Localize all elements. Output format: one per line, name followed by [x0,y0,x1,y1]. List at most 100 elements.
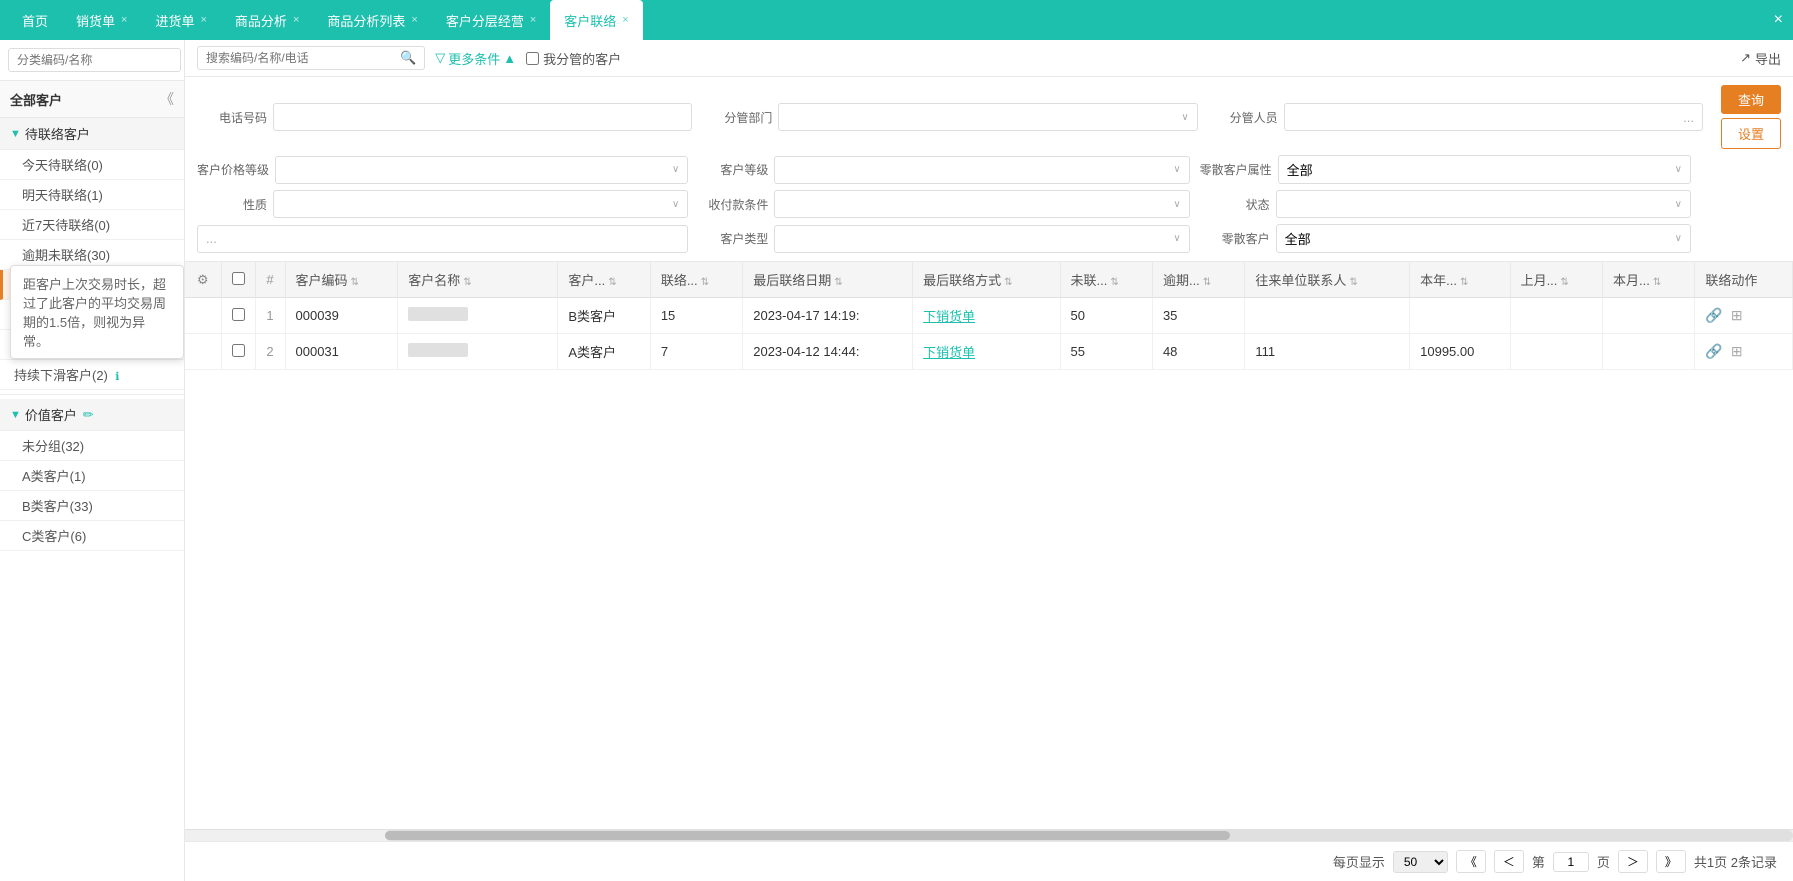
col-last-month: 上月...⇅ [1510,262,1602,298]
row1-last-month [1510,298,1602,334]
sidebar-item-tomorrow[interactable]: 明天待联络(1) [0,180,184,210]
row1-link-icon[interactable]: 🔗 [1705,307,1722,324]
filter-icon: ▽ [435,50,445,66]
row1-last-method-link[interactable]: 下销货单 [923,309,975,324]
row1-last-method[interactable]: 下销货单 [913,298,1060,334]
advanced-filter: 电话号码 分管部门 ∨ 分管人员 ... [185,77,1793,262]
nav-tab-sales[interactable]: 销货单 × [62,0,141,40]
sidebar-item-ungroup[interactable]: 未分组(32) [0,431,184,461]
customer-type-input[interactable]: ∨ [774,225,1189,253]
nav-close-all-button[interactable]: × [1774,11,1783,29]
row1-grid-icon[interactable]: ⊞ [1731,307,1743,324]
last-page-button[interactable]: 》 [1656,850,1686,873]
nav-tab-analysis[interactable]: 商品分析 × [221,0,313,40]
my-customers-checkbox[interactable] [526,52,539,65]
price-grade-input[interactable]: ∨ [275,156,688,184]
export-button[interactable]: ↗ 导出 [1740,49,1781,68]
col-overdue: 逾期...⇅ [1152,262,1244,298]
sidebar-search-input[interactable] [8,48,181,72]
scrollbar-thumb[interactable] [385,831,1230,840]
phone-label: 电话号码 [197,109,267,126]
filter-row-4: ... 客户类型 ∨ 零散客户 全部 ∨ [197,224,1781,253]
row2-checkbox[interactable] [232,344,245,357]
retail-customer-input[interactable]: 全部 ∨ [1276,224,1691,253]
nav-tab-home[interactable]: 首页 [8,0,62,40]
sidebar-item-today[interactable]: 今天待联络(0) [0,150,184,180]
main-search-input[interactable] [206,51,386,65]
sidebar-item-7days[interactable]: 近7天待联络(0) [0,210,184,240]
col-num: # [255,262,285,298]
page-input[interactable] [1553,852,1589,872]
payment-input[interactable]: ∨ [774,190,1189,218]
customer-grade-input[interactable]: ∨ [774,156,1189,184]
export-label: 导出 [1755,49,1781,68]
extra-input[interactable]: ... [197,225,688,253]
first-page-button[interactable]: 《 [1456,850,1486,873]
nav-tab-purchase[interactable]: 进货单 × [141,0,220,40]
nav-tab-analysis-label: 商品分析 [235,11,287,30]
row1-unreached: 50 [1060,298,1152,334]
filter-cell-customer-grade: 客户等级 ∨ [698,156,1189,184]
sidebar-group-value[interactable]: ▼ 价值客户 ✏ [0,399,184,431]
row1-num: 1 [255,298,285,334]
more-conditions-button[interactable]: ▽ 更多条件 ▲ [435,49,516,68]
total-records: 共1页 2条记录 [1694,852,1777,871]
next-page-button[interactable]: ＞ [1618,850,1648,873]
nav-tab-customer-tier[interactable]: 客户分层经营 × [432,0,550,40]
row1-checkbox[interactable] [232,308,245,321]
nav-tab-sales-close[interactable]: × [121,14,127,26]
nav-tab-customer-contact[interactable]: 客户联络 × [550,0,642,40]
row2-action: 🔗 ⊞ [1695,334,1793,370]
nav-tab-analysis-close[interactable]: × [293,14,299,26]
row2-last-method[interactable]: 下销货单 [913,334,1060,370]
sidebar-group-pending[interactable]: ▼ 待联络客户 [0,118,184,150]
row2-unit-contact: 111 [1245,334,1410,370]
row2-this-month [1602,334,1694,370]
manager-label: 分管人员 [1208,109,1278,126]
horizontal-scrollbar[interactable] [185,829,1793,841]
retail-attr-input[interactable]: 全部 ∨ [1278,155,1691,184]
sidebar-item-declining[interactable]: 持续下滑客户(2) ℹ [0,360,184,390]
retail-customer-value: 全部 [1285,229,1311,248]
col-settings[interactable]: ⚙ [185,262,221,298]
sort-icon-this-month: ⇅ [1653,277,1661,288]
nav-tab-customer-contact-close[interactable]: × [622,14,628,26]
select-all-checkbox[interactable] [232,272,245,285]
sidebar-item-class-b[interactable]: B类客户(33) [0,491,184,521]
per-page-select[interactable]: 50 20 100 [1393,851,1448,873]
filter-row-3: 性质 ∨ 收付款条件 ∨ 状态 [197,190,1781,218]
prev-page-button[interactable]: ＜ [1494,850,1524,873]
row2-link-icon[interactable]: 🔗 [1705,343,1722,360]
col-unreached: 未联...⇅ [1060,262,1152,298]
table-area: ⚙ # 客户编码⇅ 客户名称⇅ 客户...⇅ [185,262,1793,829]
sidebar-item-class-a[interactable]: A类客户(1) [0,461,184,491]
nav-tab-analysis-list[interactable]: 商品分析列表 × [313,0,431,40]
nav-tab-customer-tier-close[interactable]: × [530,14,536,26]
sort-icon-contact: ⇅ [701,277,709,288]
customer-grade-label: 客户等级 [698,161,768,178]
row1-code: 000039 [285,298,398,334]
sidebar-item-class-c[interactable]: C类客户(6) [0,521,184,551]
row2-num: 2 [255,334,285,370]
row1-action: 🔗 ⊞ [1695,298,1793,334]
row2-grid-icon[interactable]: ⊞ [1731,343,1743,360]
row2-last-method-link[interactable]: 下销货单 [923,345,975,360]
sidebar-group-value-edit-icon[interactable]: ✏ [83,407,94,423]
nav-tab-analysis-list-close[interactable]: × [411,14,417,26]
main-search-icon[interactable]: 🔍 [400,50,416,66]
customer-type-arrow: ∨ [1173,233,1180,244]
row1-contact: 15 [650,298,742,334]
sidebar-search-area: 🔍 [0,40,184,81]
manager-input[interactable]: ... [1284,103,1703,131]
retail-customer-label: 零散客户 [1200,230,1270,247]
sidebar-collapse-button[interactable]: 《 [160,89,174,109]
sort-icon-name: ⇅ [463,277,471,288]
status-input[interactable]: ∨ [1276,190,1691,218]
filter-btn-group: 查询 设置 [1721,85,1781,149]
nav-tab-purchase-close[interactable]: × [200,14,206,26]
query-button[interactable]: 查询 [1721,85,1781,114]
nature-input[interactable]: ∨ [273,190,688,218]
dept-input[interactable]: ∨ [778,103,1197,131]
settings-button[interactable]: 设置 [1721,118,1781,149]
phone-input[interactable] [273,103,692,131]
